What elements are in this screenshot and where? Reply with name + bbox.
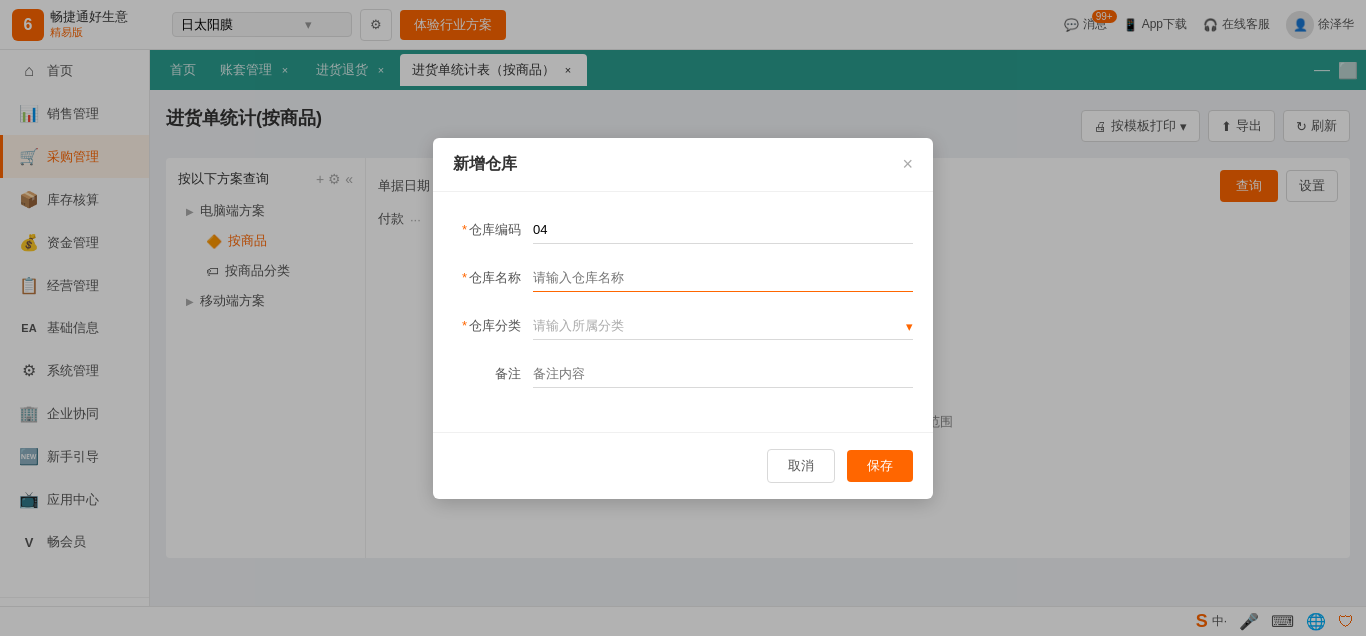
name-label: 仓库名称 <box>453 269 533 287</box>
modal-header: 新增仓库 × <box>433 138 933 192</box>
new-warehouse-modal: 新增仓库 × 仓库编码 仓库名称 仓库分类 请输入所属分类 ▾ <box>433 138 933 499</box>
category-select[interactable]: 请输入所属分类 <box>533 312 913 340</box>
code-row: 仓库编码 <box>453 216 913 244</box>
category-row: 仓库分类 请输入所属分类 ▾ <box>453 312 913 340</box>
category-select-wrapper: 请输入所属分类 ▾ <box>533 312 913 340</box>
modal-title: 新增仓库 <box>453 154 517 175</box>
name-input[interactable] <box>533 264 913 292</box>
modal-footer: 取消 保存 <box>433 432 933 499</box>
modal-close-button[interactable]: × <box>902 154 913 175</box>
modal-overlay[interactable]: 新增仓库 × 仓库编码 仓库名称 仓库分类 请输入所属分类 ▾ <box>0 0 1366 636</box>
category-label: 仓库分类 <box>453 317 533 335</box>
remark-label: 备注 <box>453 365 533 383</box>
save-button[interactable]: 保存 <box>847 450 913 482</box>
modal-body: 仓库编码 仓库名称 仓库分类 请输入所属分类 ▾ 备注 <box>433 192 933 432</box>
remark-row: 备注 <box>453 360 913 388</box>
code-label: 仓库编码 <box>453 221 533 239</box>
name-row: 仓库名称 <box>453 264 913 292</box>
cancel-button[interactable]: 取消 <box>767 449 835 483</box>
code-input[interactable] <box>533 216 913 244</box>
remark-input[interactable] <box>533 360 913 388</box>
